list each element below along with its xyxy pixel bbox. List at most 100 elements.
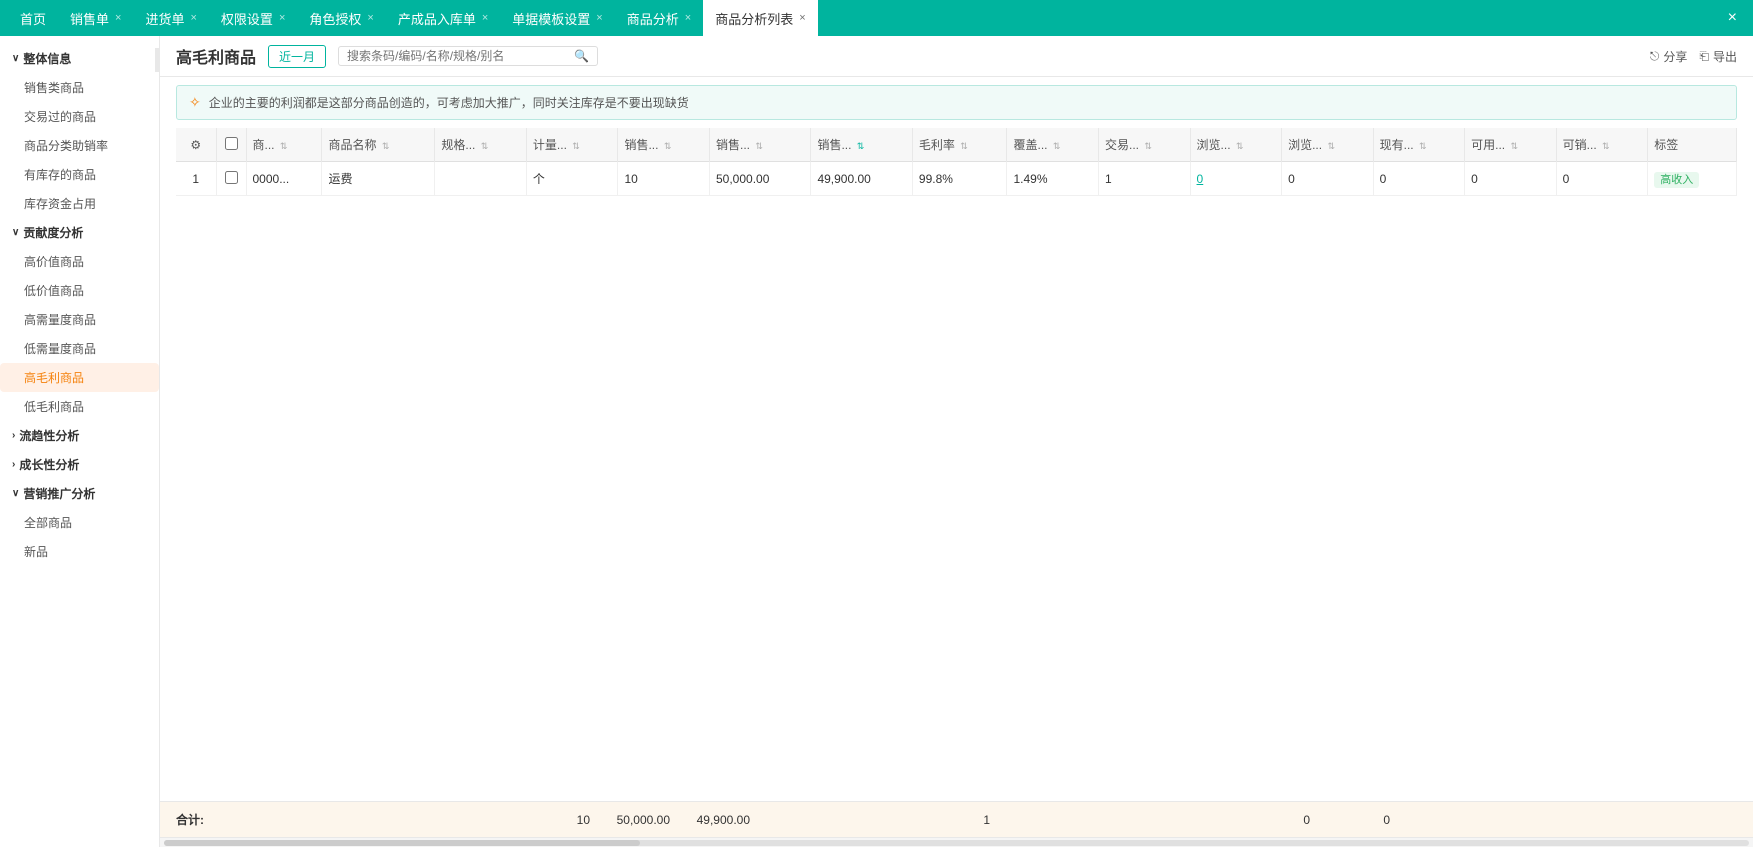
sidebar-item-in-stock[interactable]: 有库存的商品 [0, 160, 159, 189]
sort-icon-sales-cost[interactable]: ⇅ [857, 141, 865, 151]
sidebar-group-overall[interactable]: ∨ 整体信息 [0, 44, 159, 73]
nav-analysis[interactable]: 商品分析 × [615, 0, 703, 36]
row-sellable: 0 [1556, 162, 1648, 196]
sort-icon-views1[interactable]: ⇅ [1236, 141, 1244, 151]
col-current-stock: 现有... ⇅ [1373, 128, 1465, 162]
sort-icon-coverage[interactable]: ⇅ [1053, 141, 1061, 151]
bottom-scrollbar[interactable] [160, 837, 1753, 847]
col-checkbox [216, 128, 246, 162]
sidebar-item-low-margin[interactable]: 低毛利商品 [0, 392, 159, 421]
nav-close-purchase[interactable]: × [190, 12, 196, 24]
sort-icon-code[interactable]: ⇅ [280, 141, 288, 151]
nav-purchase[interactable]: 进货单 × [133, 0, 208, 36]
sort-icon-views2[interactable]: ⇅ [1327, 141, 1335, 151]
footer-sales-cost: 49,900.00 [676, 813, 756, 827]
col-available: 可用... ⇅ [1465, 128, 1557, 162]
share-icon: ⎋ [1650, 49, 1660, 64]
sort-icon-transactions[interactable]: ⇅ [1144, 141, 1152, 151]
col-code: 商... ⇅ [246, 128, 322, 162]
sort-icon-qty[interactable]: ⇅ [664, 141, 672, 151]
sort-icon-current-stock[interactable]: ⇅ [1419, 141, 1427, 151]
sort-icon-name[interactable]: ⇅ [382, 141, 390, 151]
sidebar-collapse-btn[interactable]: « [155, 48, 160, 72]
row-transactions: 1 [1099, 162, 1191, 196]
col-views2: 浏览... ⇅ [1282, 128, 1374, 162]
page-title: 高毛利商品 [176, 44, 256, 68]
scrollbar-thumb[interactable] [164, 840, 640, 846]
sidebar-item-sales-goods[interactable]: 销售类商品 [0, 73, 159, 102]
col-index: ⚙ [176, 128, 216, 162]
nav-close-analysis-list[interactable]: × [799, 12, 805, 24]
time-filter-button[interactable]: 近一月 [268, 45, 326, 68]
select-all-checkbox[interactable] [225, 137, 238, 150]
sidebar-item-traded-goods[interactable]: 交易过的商品 [0, 102, 159, 131]
row-sales-amount: 50,000.00 [709, 162, 810, 196]
footer-available: 0 [1236, 813, 1316, 827]
row-views1[interactable]: 0 [1190, 162, 1282, 196]
col-tag: 标签 [1648, 128, 1737, 162]
sidebar-item-high-margin[interactable]: 高毛利商品 [0, 363, 159, 392]
sidebar-item-high-value[interactable]: 高价值商品 [0, 247, 159, 276]
nav-close-role[interactable]: × [367, 12, 373, 24]
export-button[interactable]: ⎗ 导出 [1699, 48, 1737, 65]
info-icon: ✧ [189, 94, 201, 111]
sort-icon-gross-rate[interactable]: ⇅ [960, 141, 968, 151]
nav-home[interactable]: 首页 [8, 0, 58, 36]
sidebar-group-growth[interactable]: › 成长性分析 [0, 450, 159, 479]
row-unit: 个 [526, 162, 618, 196]
nav-product-inbound[interactable]: 产成品入库单 × [386, 0, 500, 36]
search-box: 🔍 [338, 46, 598, 66]
main-layout: « ∨ 整体信息 销售类商品 交易过的商品 商品分类助销率 有库存的商品 库存资… [0, 36, 1753, 847]
content-area: 高毛利商品 近一月 🔍 ⎋ 分享 ⎗ 导出 ✧ 企业的主要的利润都是这部分商品创… [160, 36, 1753, 847]
info-text: 企业的主要的利润都是这部分商品创造的，可考虑加大推广，同时关注库存是不要出现缺货 [209, 94, 689, 111]
sidebar-group-trend[interactable]: › 流趋性分析 [0, 421, 159, 450]
sidebar-item-category-rate[interactable]: 商品分类助销率 [0, 131, 159, 160]
share-button[interactable]: ⎋ 分享 [1650, 48, 1688, 65]
nav-close-analysis[interactable]: × [685, 12, 691, 24]
header-actions: ⎋ 分享 ⎗ 导出 [1650, 48, 1737, 65]
row-sales-cost: 49,900.00 [811, 162, 912, 196]
top-nav: 首页 销售单 × 进货单 × 权限设置 × 角色授权 × 产成品入库单 × 单据… [0, 0, 1753, 36]
sort-icon-sellable[interactable]: ⇅ [1602, 141, 1610, 151]
row-tag: 高收入 [1648, 162, 1737, 196]
search-icon[interactable]: 🔍 [574, 49, 589, 63]
sidebar-item-all-goods[interactable]: 全部商品 [0, 508, 159, 537]
table-header-row: ⚙ 商... ⇅ 商品名称 ⇅ [176, 128, 1737, 162]
footer-sales-amount: 50,000.00 [596, 813, 676, 827]
sort-icon-spec[interactable]: ⇅ [481, 141, 489, 151]
row-select-checkbox[interactable] [225, 171, 238, 184]
sidebar-item-low-demand[interactable]: 低需量度商品 [0, 334, 159, 363]
row-code: 0000... [246, 162, 322, 196]
nav-permission[interactable]: 权限设置 × [209, 0, 297, 36]
row-checkbox [216, 162, 246, 196]
sort-icon-available[interactable]: ⇅ [1511, 141, 1519, 151]
nav-template[interactable]: 单据模板设置 × [500, 0, 614, 36]
search-input[interactable] [347, 49, 570, 63]
row-qty: 10 [618, 162, 710, 196]
sidebar-item-low-value[interactable]: 低价值商品 [0, 276, 159, 305]
table-container[interactable]: ⚙ 商... ⇅ 商品名称 ⇅ [176, 128, 1737, 801]
sort-icon-sales-amount[interactable]: ⇅ [755, 141, 763, 151]
nav-close-all[interactable]: × [1720, 9, 1745, 27]
sidebar-group-contribution[interactable]: ∨ 贡献度分析 [0, 218, 159, 247]
col-transactions: 交易... ⇅ [1099, 128, 1191, 162]
nav-role[interactable]: 角色授权 × [297, 0, 385, 36]
sort-icon-unit[interactable]: ⇅ [572, 141, 580, 151]
footer-sellable: 0 [1316, 813, 1396, 827]
nav-sales[interactable]: 销售单 × [58, 0, 133, 36]
nav-analysis-list[interactable]: 商品分析列表 × [703, 0, 817, 36]
table-row: 1 0000... 运费 [176, 162, 1737, 196]
sidebar-group-marketing[interactable]: ∨ 营销推广分析 [0, 479, 159, 508]
content-header: 高毛利商品 近一月 🔍 ⎋ 分享 ⎗ 导出 [160, 36, 1753, 77]
settings-icon[interactable]: ⚙ [190, 138, 201, 152]
sidebar-item-high-demand[interactable]: 高需量度商品 [0, 305, 159, 334]
sidebar-item-stock-capital[interactable]: 库存资金占用 [0, 189, 159, 218]
nav-close-product-inbound[interactable]: × [482, 12, 488, 24]
row-name[interactable]: 运费 [322, 162, 435, 196]
row-gross-rate: 99.8% [912, 162, 1007, 196]
row-index: 1 [176, 162, 216, 196]
nav-close-sales[interactable]: × [115, 12, 121, 24]
sidebar-item-new-goods[interactable]: 新品 [0, 537, 159, 566]
nav-close-template[interactable]: × [596, 12, 602, 24]
nav-close-permission[interactable]: × [279, 12, 285, 24]
